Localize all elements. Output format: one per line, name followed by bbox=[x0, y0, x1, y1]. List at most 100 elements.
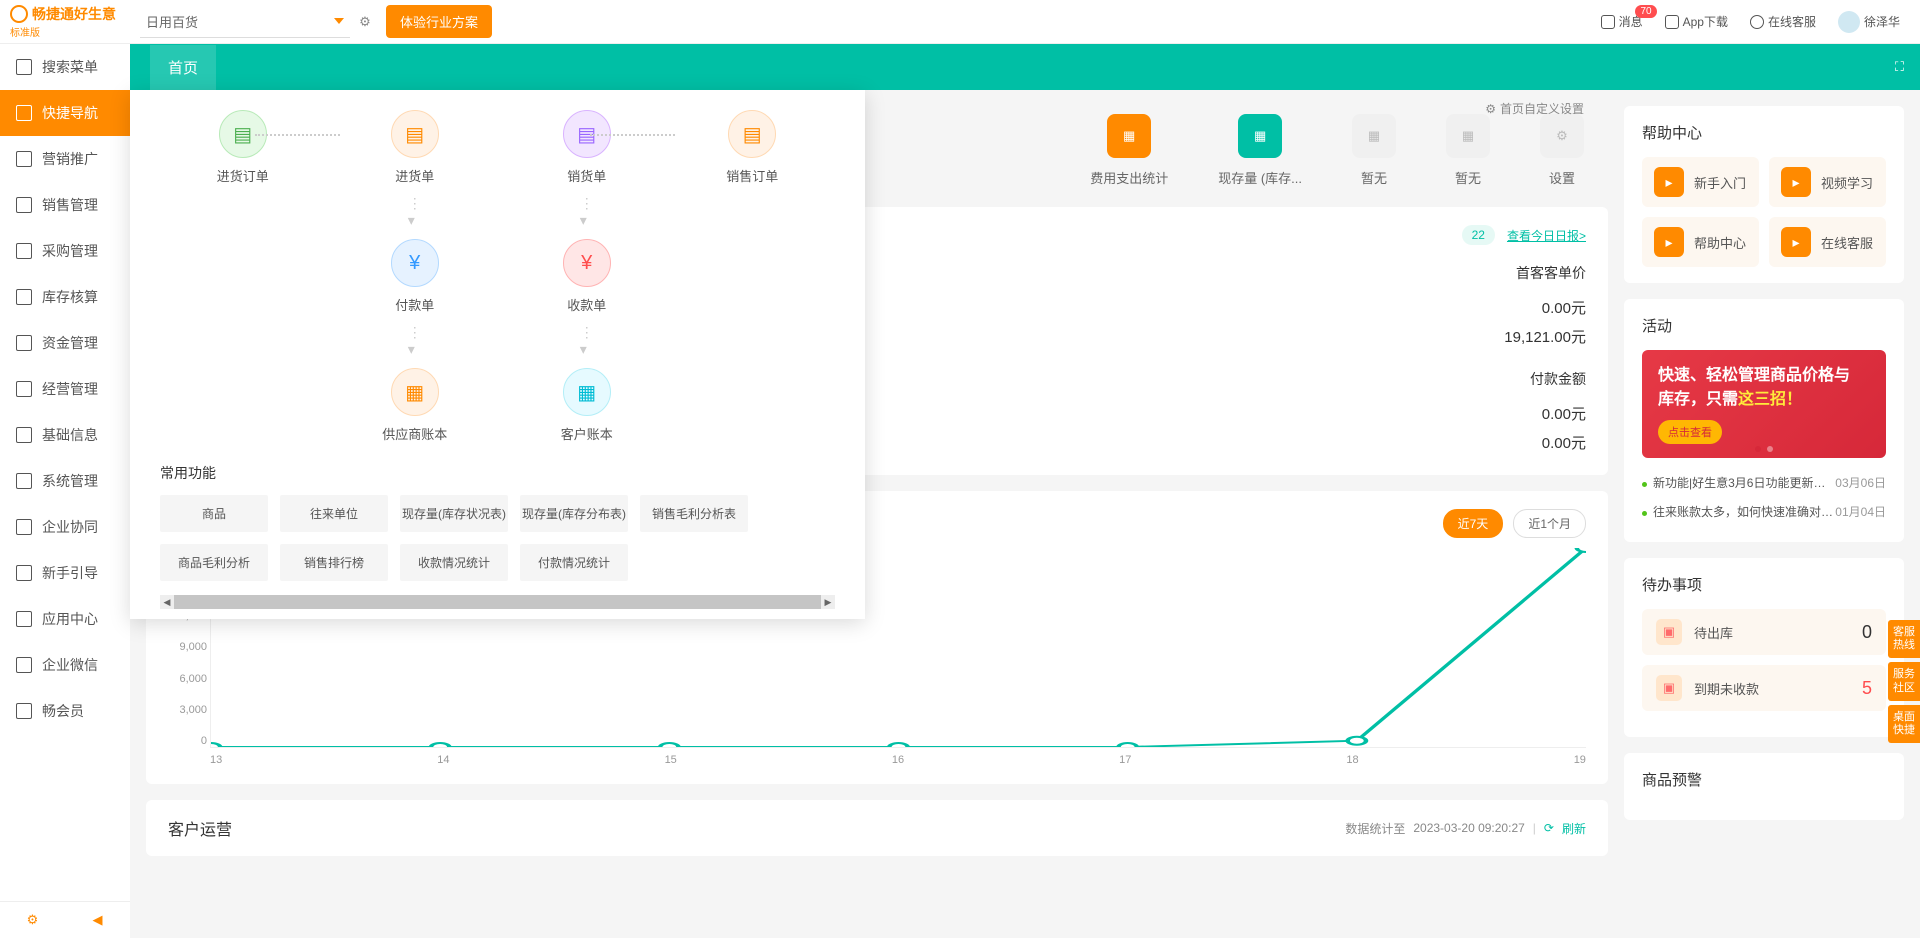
customize-home-link[interactable]: ⚙ 首页自定义设置 bbox=[1485, 100, 1584, 117]
bullet-icon bbox=[1642, 511, 1647, 516]
sidebar-item-7[interactable]: 经营管理 bbox=[0, 366, 130, 412]
sidebar-item-2[interactable]: 营销推广 bbox=[0, 136, 130, 182]
app-download-link[interactable]: App下载 bbox=[1665, 13, 1728, 30]
sidebar-item-0[interactable]: 搜索菜单 bbox=[0, 44, 130, 90]
sidebar-item-10[interactable]: 企业协同 bbox=[0, 504, 130, 550]
activity-panel: 活动 快速、轻松管理商品价格与 库存，只需这三招！ 点击查看 新功能|好生意3月… bbox=[1624, 299, 1904, 542]
shortcut-2[interactable]: ▦暂无 bbox=[1352, 114, 1396, 187]
scroll-left-icon[interactable]: ◀ bbox=[160, 597, 174, 608]
chart-tab-1m[interactable]: 近1个月 bbox=[1513, 509, 1586, 538]
sidebar-item-3[interactable]: 销售管理 bbox=[0, 182, 130, 228]
alert-title: 商品预警 bbox=[1642, 769, 1886, 790]
sidebar-item-11[interactable]: 新手引导 bbox=[0, 550, 130, 596]
func-btn-7[interactable]: 收款情况统计 bbox=[400, 544, 508, 581]
float-hotline[interactable]: 客服热线 bbox=[1888, 620, 1920, 658]
sidebar-item-14[interactable]: 畅会员 bbox=[0, 688, 130, 734]
arrow-down-icon: ⋮▾ bbox=[408, 195, 422, 229]
logo: 畅捷通好生意 标准版 bbox=[0, 0, 130, 44]
chart-tab-7d[interactable]: 近7天 bbox=[1443, 509, 1504, 538]
logo-subtitle: 标准版 bbox=[10, 24, 120, 39]
sidebar-settings-icon[interactable]: ⚙ bbox=[0, 902, 65, 938]
tab-bar: 首页 ⛶ bbox=[130, 44, 1920, 90]
todo-item-1[interactable]: ▣到期未收款5 bbox=[1642, 665, 1886, 711]
tab-home[interactable]: 首页 bbox=[150, 45, 216, 90]
func-btn-6[interactable]: 销售排行榜 bbox=[280, 544, 388, 581]
scroll-right-icon[interactable]: ▶ bbox=[821, 597, 835, 608]
func-btn-8[interactable]: 付款情况统计 bbox=[520, 544, 628, 581]
flow-receipt-bill[interactable]: ¥ 收款单 bbox=[563, 239, 611, 314]
sidebar-item-1[interactable]: 快捷导航 bbox=[0, 90, 130, 136]
func-btn-1[interactable]: 往来单位 bbox=[280, 495, 388, 532]
sidebar-label: 资金管理 bbox=[42, 333, 98, 353]
customer-ledger-icon: ▦ bbox=[563, 368, 611, 416]
promo-cta[interactable]: 点击查看 bbox=[1658, 420, 1722, 444]
menu-icon bbox=[16, 657, 32, 673]
sidebar-item-12[interactable]: 应用中心 bbox=[0, 596, 130, 642]
try-industry-button[interactable]: 体验行业方案 bbox=[386, 5, 492, 38]
shortcut-1[interactable]: ▦现存量 (库存... bbox=[1218, 114, 1302, 187]
sidebar-label: 企业微信 bbox=[42, 655, 98, 675]
func-btn-3[interactable]: 现存量(库存分布表) bbox=[520, 495, 628, 532]
flow-purchase-order[interactable]: ▤ 进货订单 bbox=[217, 110, 269, 185]
gear-icon: ⚙ bbox=[1485, 102, 1496, 116]
flow-payment-bill[interactable]: ¥ 付款单 bbox=[391, 239, 439, 314]
refresh-link[interactable]: 刷新 bbox=[1562, 820, 1586, 837]
help-item-0[interactable]: ▸新手入门 bbox=[1642, 157, 1759, 207]
sidebar-item-4[interactable]: 采购管理 bbox=[0, 228, 130, 274]
flow-supplier-ledger[interactable]: ▦ 供应商账本 bbox=[382, 368, 447, 443]
flow-sales-order[interactable]: ▤ 销售订单 bbox=[726, 110, 778, 185]
messages-link[interactable]: 消息 70 bbox=[1601, 13, 1643, 30]
sidebar-item-6[interactable]: 资金管理 bbox=[0, 320, 130, 366]
help-item-3[interactable]: ▸在线客服 bbox=[1769, 217, 1886, 267]
help-icon: ▸ bbox=[1781, 227, 1811, 257]
help-icon: ▸ bbox=[1654, 167, 1684, 197]
sidebar-label: 搜索菜单 bbox=[42, 57, 98, 77]
flyout-scrollbar[interactable]: ◀ ▶ bbox=[160, 595, 835, 609]
category-select[interactable]: 日用百货 bbox=[140, 6, 350, 38]
sidebar-item-5[interactable]: 库存核算 bbox=[0, 274, 130, 320]
online-service-link[interactable]: 在线客服 bbox=[1750, 13, 1816, 30]
news-item-1[interactable]: 往来账款太多，如何快速准确对账?01月04日 bbox=[1642, 497, 1886, 526]
arrow-down-icon: ⋮▾ bbox=[408, 324, 422, 358]
sidebar-item-13[interactable]: 企业微信 bbox=[0, 642, 130, 688]
shortcut-4[interactable]: ⚙设置 bbox=[1540, 114, 1584, 187]
stats-timestamp: 2023-03-20 09:20:27 bbox=[1413, 821, 1524, 835]
func-btn-4[interactable]: 销售毛利分析表 bbox=[640, 495, 748, 532]
func-btn-5[interactable]: 商品毛利分析 bbox=[160, 544, 268, 581]
float-desktop[interactable]: 桌面快捷 bbox=[1888, 705, 1920, 743]
help-icon: ▸ bbox=[1781, 167, 1811, 197]
fullscreen-icon[interactable]: ⛶ bbox=[1895, 59, 1904, 75]
sidebar-collapse-icon[interactable]: ◀ bbox=[65, 902, 130, 938]
menu-icon bbox=[16, 473, 32, 489]
scroll-thumb[interactable] bbox=[174, 595, 821, 609]
headset-icon bbox=[1750, 15, 1764, 29]
logo-text: 畅捷通好生意 bbox=[32, 4, 116, 24]
settings-icon[interactable]: ⚙ bbox=[350, 14, 380, 30]
todo-item-0[interactable]: ▣待出库0 bbox=[1642, 609, 1886, 655]
help-icon: ▸ bbox=[1654, 227, 1684, 257]
func-btn-2[interactable]: 现存量(库存状况表) bbox=[400, 495, 508, 532]
help-item-1[interactable]: ▸视频学习 bbox=[1769, 157, 1886, 207]
sidebar-item-9[interactable]: 系统管理 bbox=[0, 458, 130, 504]
sidebar-item-8[interactable]: 基础信息 bbox=[0, 412, 130, 458]
sidebar-label: 畅会员 bbox=[42, 701, 84, 721]
help-item-2[interactable]: ▸帮助中心 bbox=[1642, 217, 1759, 267]
float-community[interactable]: 服务社区 bbox=[1888, 662, 1920, 700]
func-btn-0[interactable]: 商品 bbox=[160, 495, 268, 532]
sidebar-label: 营销推广 bbox=[42, 149, 98, 169]
news-item-0[interactable]: 新功能|好生意3月6日功能更新抢先知03月06日 bbox=[1642, 468, 1886, 497]
receipt-icon: ¥ bbox=[563, 239, 611, 287]
flow-customer-ledger[interactable]: ▦ 客户账本 bbox=[561, 368, 613, 443]
shortcut-3[interactable]: ▦暂无 bbox=[1446, 114, 1490, 187]
menu-icon bbox=[16, 427, 32, 443]
flow-purchase-bill[interactable]: ▤ 进货单 bbox=[391, 110, 439, 185]
menu-icon bbox=[16, 243, 32, 259]
menu-icon bbox=[16, 289, 32, 305]
menu-icon bbox=[16, 335, 32, 351]
daily-report-link[interactable]: 查看今日日报> bbox=[1507, 227, 1586, 244]
flow-sales-bill[interactable]: ▤ 销货单 bbox=[563, 110, 611, 185]
promo-banner[interactable]: 快速、轻松管理商品价格与 库存，只需这三招！ 点击查看 bbox=[1642, 350, 1886, 458]
purchase-bill-icon: ▤ bbox=[391, 110, 439, 158]
shortcut-0[interactable]: ▦费用支出统计 bbox=[1090, 114, 1168, 187]
user-menu[interactable]: 徐泽华 bbox=[1838, 11, 1900, 33]
